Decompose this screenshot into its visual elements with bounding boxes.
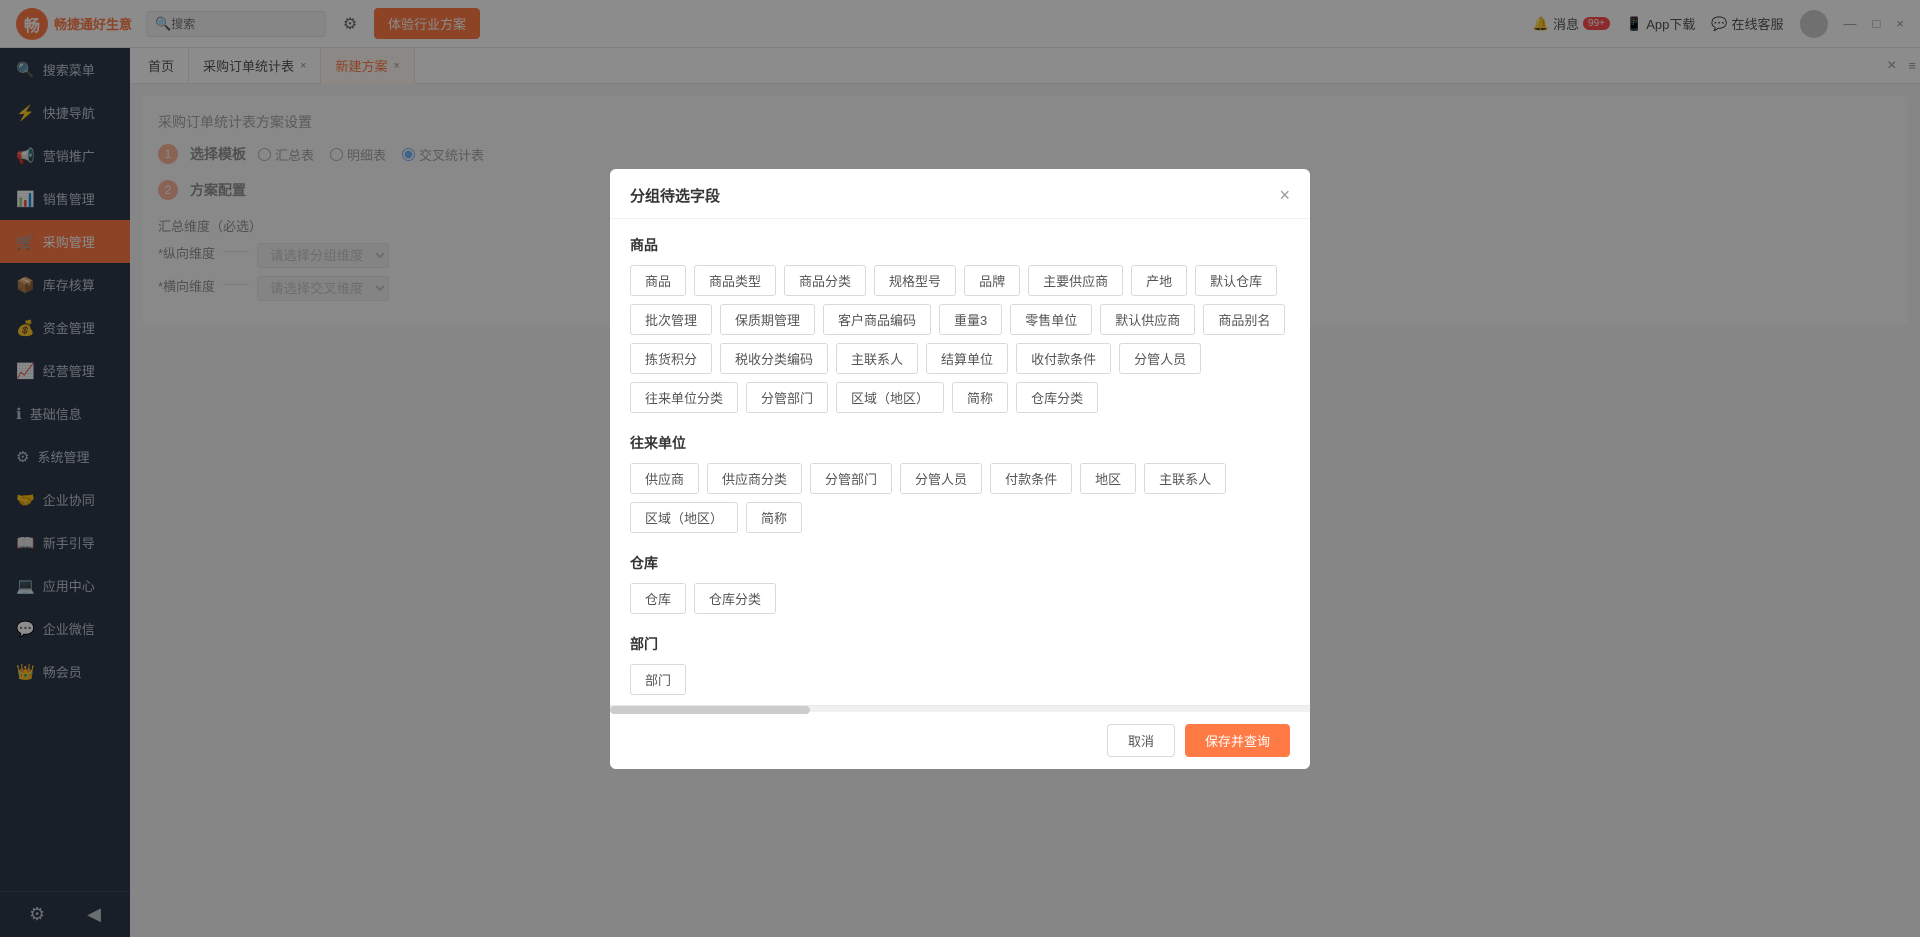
field-group-title-3: 部门: [630, 634, 1290, 654]
field-tag-3-0[interactable]: 部门: [630, 664, 686, 695]
cancel-button[interactable]: 取消: [1107, 724, 1175, 757]
modal-hscroll[interactable]: [610, 705, 1310, 711]
field-tag-1-5[interactable]: 地区: [1080, 463, 1136, 494]
field-group-2: 仓库仓库仓库分类: [630, 553, 1290, 614]
field-tags-1: 供应商供应商分类分管部门分管人员付款条件地区主联系人区域（地区） 简称: [630, 463, 1290, 533]
field-group-title-0: 商品: [630, 235, 1290, 255]
modal-overlay: 分组待选字段 × 商品商品商品类型商品分类规格型号品牌主要供应商产地默认仓库批次…: [0, 0, 1920, 937]
modal-close-button[interactable]: ×: [1279, 185, 1290, 206]
field-tag-1-4[interactable]: 付款条件: [990, 463, 1072, 494]
field-group-title-1: 往来单位: [630, 433, 1290, 453]
field-tag-0-2[interactable]: 商品分类: [784, 265, 866, 296]
field-tag-0-25[interactable]: 仓库分类: [1016, 382, 1098, 413]
modal-hscroll-thumb[interactable]: [610, 706, 810, 714]
field-tag-0-21[interactable]: 往来单位分类: [630, 382, 738, 413]
field-tag-0-15[interactable]: 拣货积分: [630, 343, 712, 374]
modal-title: 分组待选字段: [630, 185, 720, 206]
field-tag-0-23[interactable]: 区域（地区）: [836, 382, 944, 413]
field-group-3: 部门部门: [630, 634, 1290, 695]
field-tag-2-0[interactable]: 仓库: [630, 583, 686, 614]
modal: 分组待选字段 × 商品商品商品类型商品分类规格型号品牌主要供应商产地默认仓库批次…: [610, 169, 1310, 769]
field-tag-1-6[interactable]: 主联系人: [1144, 463, 1226, 494]
field-tags-0: 商品商品类型商品分类规格型号品牌主要供应商产地默认仓库批次管理保质期管理客户商品…: [630, 265, 1290, 413]
field-group-1: 往来单位供应商供应商分类分管部门分管人员付款条件地区主联系人区域（地区） 简称: [630, 433, 1290, 533]
field-tag-0-3[interactable]: 规格型号: [874, 265, 956, 296]
field-tag-0-8[interactable]: 批次管理: [630, 304, 712, 335]
field-tag-0-24[interactable]: 简称: [952, 382, 1008, 413]
field-tag-1-3[interactable]: 分管人员: [900, 463, 982, 494]
modal-body[interactable]: 商品商品商品类型商品分类规格型号品牌主要供应商产地默认仓库批次管理保质期管理客户…: [610, 219, 1310, 705]
field-tag-0-20[interactable]: 分管人员: [1119, 343, 1201, 374]
modal-footer: 取消 保存并查询: [610, 711, 1310, 769]
field-tag-0-6[interactable]: 产地: [1131, 265, 1187, 296]
field-tag-0-22[interactable]: 分管部门: [746, 382, 828, 413]
field-tag-0-14[interactable]: 商品别名: [1203, 304, 1285, 335]
field-tag-1-0[interactable]: 供应商: [630, 463, 699, 494]
field-tag-0-16[interactable]: 税收分类编码: [720, 343, 828, 374]
field-tags-2: 仓库仓库分类: [630, 583, 1290, 614]
field-tag-0-13[interactable]: 默认供应商: [1100, 304, 1195, 335]
field-tag-0-17[interactable]: 主联系人: [836, 343, 918, 374]
field-tag-2-1[interactable]: 仓库分类: [694, 583, 776, 614]
field-tag-0-7[interactable]: 默认仓库: [1195, 265, 1277, 296]
field-tag-1-8[interactable]: 简称: [746, 502, 802, 533]
field-tag-1-2[interactable]: 分管部门: [810, 463, 892, 494]
field-tag-0-5[interactable]: 主要供应商: [1028, 265, 1123, 296]
field-tag-0-9[interactable]: 保质期管理: [720, 304, 815, 335]
field-tag-0-0[interactable]: 商品: [630, 265, 686, 296]
field-tag-0-1[interactable]: 商品类型: [694, 265, 776, 296]
field-tag-0-19[interactable]: 收付款条件: [1016, 343, 1111, 374]
field-tag-0-4[interactable]: 品牌: [964, 265, 1020, 296]
field-tag-0-12[interactable]: 零售单位: [1010, 304, 1092, 335]
field-tag-0-10[interactable]: 客户商品编码: [823, 304, 931, 335]
field-tag-0-18[interactable]: 结算单位: [926, 343, 1008, 374]
field-group-title-2: 仓库: [630, 553, 1290, 573]
field-tag-1-1[interactable]: 供应商分类: [707, 463, 802, 494]
field-tag-1-7[interactable]: 区域（地区）: [630, 502, 738, 533]
field-group-0: 商品商品商品类型商品分类规格型号品牌主要供应商产地默认仓库批次管理保质期管理客户…: [630, 235, 1290, 413]
modal-header: 分组待选字段 ×: [610, 169, 1310, 219]
field-tags-3: 部门: [630, 664, 1290, 695]
field-tag-0-11[interactable]: 重量3: [939, 304, 1002, 335]
confirm-button[interactable]: 保存并查询: [1185, 724, 1290, 757]
